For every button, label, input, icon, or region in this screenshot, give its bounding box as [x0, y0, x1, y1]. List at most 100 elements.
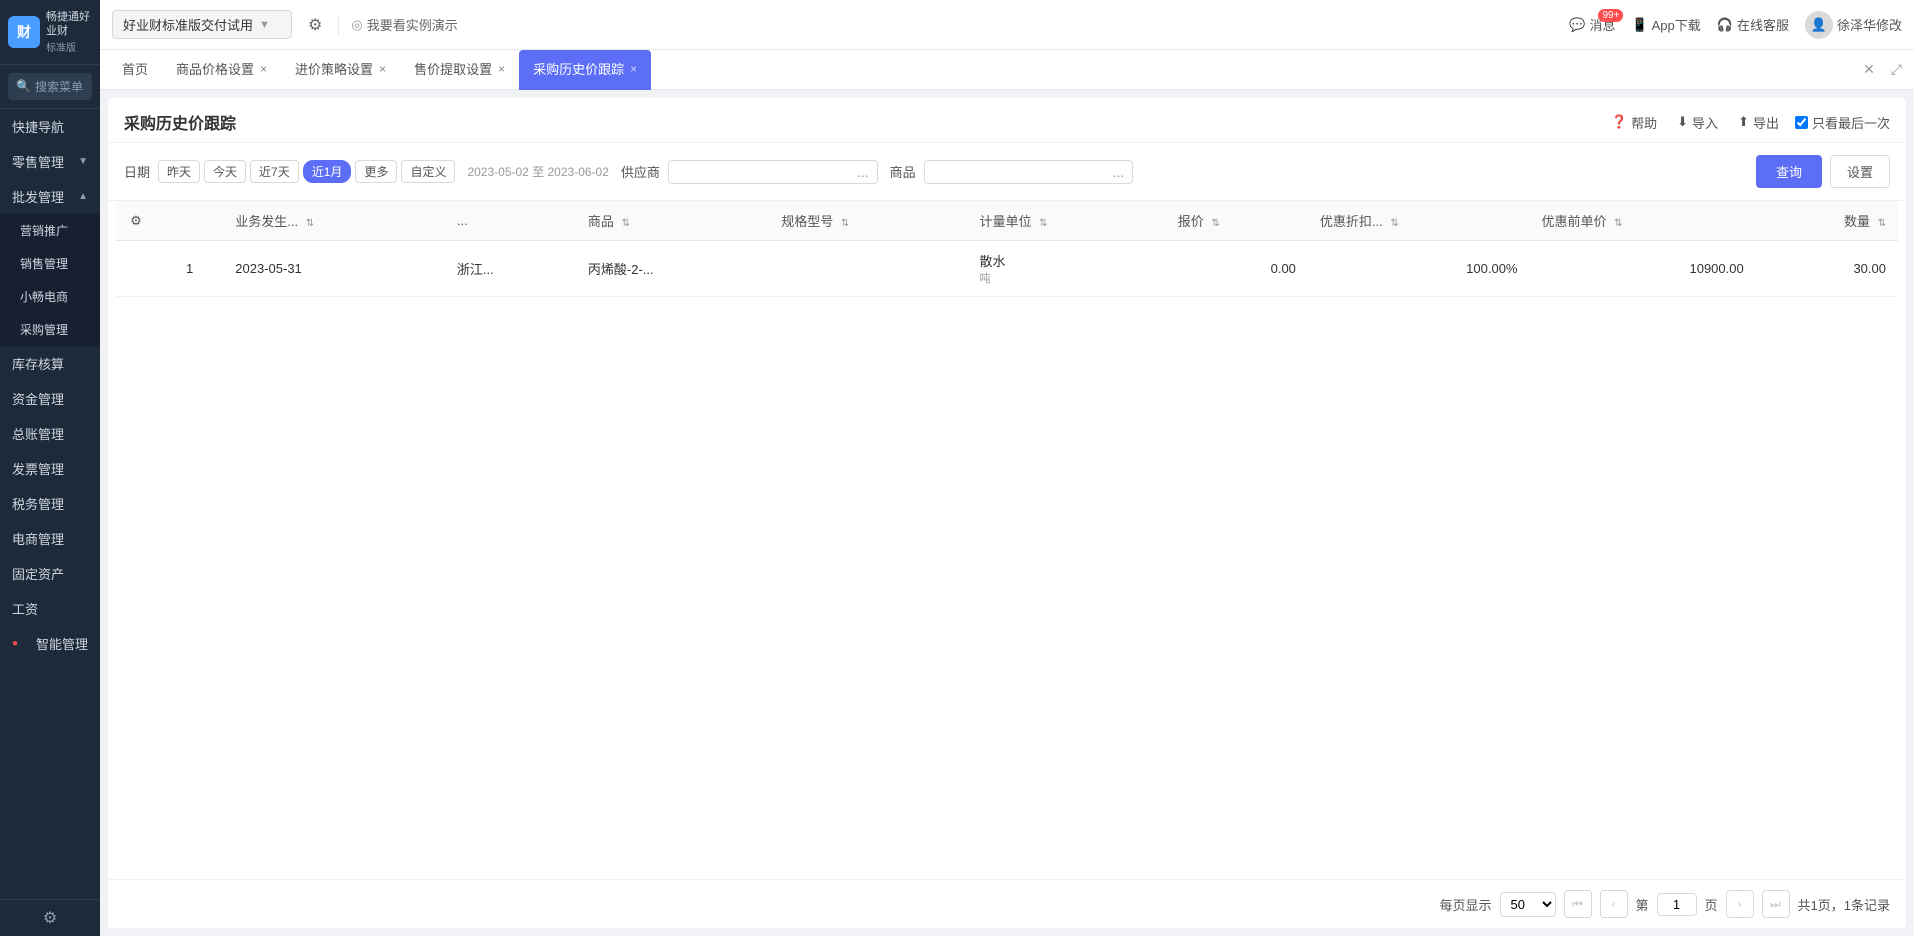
- filter-settings-button[interactable]: 设置: [1830, 155, 1890, 188]
- th-unit[interactable]: 计量单位 ⇅: [967, 201, 1165, 241]
- online-service-label: 在线客服: [1737, 15, 1789, 34]
- product-select[interactable]: 好业财标准版交付试用 ▼: [112, 10, 292, 39]
- tab-price-extract[interactable]: 售价提取设置 ×: [400, 50, 519, 90]
- sidebar-item-assets[interactable]: 固定资产: [0, 556, 100, 591]
- sidebar-item-retail[interactable]: 零售管理 ▼: [0, 144, 100, 179]
- date-today-button[interactable]: 今天: [204, 160, 246, 183]
- sidebar-item-tax[interactable]: 税务管理: [0, 486, 100, 521]
- td-pre-discount-price: 10900.00: [1529, 241, 1755, 297]
- th-date[interactable]: 业务发生... ⇅: [223, 201, 445, 241]
- sidebar-item-purchase[interactable]: 采购管理: [0, 313, 100, 346]
- date-yesterday-button[interactable]: 昨天: [158, 160, 200, 183]
- tabbar-close-button[interactable]: ✕: [1859, 59, 1879, 80]
- help-button[interactable]: ❓ 帮助: [1607, 111, 1661, 134]
- tab-purchase-strategy[interactable]: 进价策略设置 ×: [281, 50, 400, 90]
- export-icon: ⬆: [1738, 114, 1749, 130]
- sidebar-item-inventory[interactable]: 库存核算: [0, 346, 100, 381]
- quick-nav-label: 快捷导航: [12, 117, 64, 136]
- messages-button[interactable]: 💬 消息 99+: [1569, 15, 1615, 34]
- th-pre-discount-price[interactable]: 优惠前单价 ⇅: [1529, 201, 1755, 241]
- td-index: 1: [156, 241, 223, 297]
- tax-label: 税务管理: [12, 494, 64, 513]
- th-discount[interactable]: 优惠折扣... ⇅: [1308, 201, 1530, 241]
- topbar-divider: [338, 15, 339, 35]
- sidebar-item-ecommerce-small[interactable]: 小畅电商: [0, 280, 100, 313]
- app-download-button[interactable]: 📱 App下载: [1631, 15, 1700, 34]
- th-gear[interactable]: ⚙: [116, 201, 156, 241]
- date-custom-button[interactable]: 自定义: [401, 160, 455, 183]
- topbar-settings-icon[interactable]: ⚙: [304, 11, 326, 39]
- demo-button[interactable]: ◎ 我要看实例演示: [351, 15, 457, 34]
- per-page-label: 每页显示: [1439, 895, 1491, 914]
- search-icon: 🔍: [16, 79, 31, 93]
- wholesale-arrow-icon: ▲: [78, 191, 88, 202]
- sidebar-settings-icon[interactable]: ⚙: [43, 908, 57, 928]
- topbar: 好业财标准版交付试用 ▼ ⚙ ◎ 我要看实例演示 💬 消息 99+ 📱 App下…: [100, 0, 1914, 50]
- only-last-checkbox-label[interactable]: 只看最后一次: [1795, 113, 1890, 132]
- retail-label: 零售管理: [12, 152, 64, 171]
- pagination-last-button[interactable]: ⏭: [1762, 890, 1790, 918]
- tabbar: 首页 商品价格设置 × 进价策略设置 × 售价提取设置 × 采购历史价跟踪 × …: [100, 50, 1914, 90]
- supplier-filter-label: 供应商: [621, 162, 660, 181]
- per-page-select[interactable]: 10 20 50 100: [1500, 892, 1556, 917]
- query-button[interactable]: 查询: [1756, 155, 1822, 188]
- date-filter-buttons: 昨天 今天 近7天 近1月 更多 自定义: [158, 160, 455, 183]
- sidebar-item-marketing[interactable]: 营销推广: [0, 214, 100, 247]
- pagination-next-button[interactable]: ›: [1726, 890, 1754, 918]
- sidebar-item-finance[interactable]: 资金管理: [0, 381, 100, 416]
- app-download-label: App下载: [1652, 15, 1701, 34]
- pagination-page-input[interactable]: [1657, 893, 1697, 916]
- tab-price[interactable]: 商品价格设置 ×: [162, 50, 281, 90]
- td-product: 丙烯酸-2-...: [576, 241, 769, 297]
- export-button[interactable]: ⬆ 导出: [1734, 111, 1783, 134]
- retail-arrow-icon: ▼: [78, 156, 88, 167]
- smart-dot-icon: ●: [12, 638, 18, 649]
- sidebar: 财 畅捷通好业财 标准版 🔍 搜索菜单 快捷导航 零售管理 ▼ 批发管理 ▲ 营…: [0, 0, 100, 936]
- product-input[interactable]: [933, 164, 1109, 179]
- assets-label: 固定资产: [12, 564, 64, 583]
- tab-home[interactable]: 首页: [108, 50, 162, 90]
- pagination-prev-button[interactable]: ‹: [1600, 890, 1628, 918]
- sidebar-item-wholesale[interactable]: 批发管理 ▲: [0, 179, 100, 214]
- user-menu-button[interactable]: 👤 徐泽华修改: [1805, 11, 1902, 39]
- td-date: 2023-05-31: [223, 241, 445, 297]
- supplier-input-wrap: ...: [668, 160, 878, 184]
- th-dots[interactable]: ...: [445, 201, 576, 241]
- sidebar-item-ecommerce[interactable]: 电商管理: [0, 521, 100, 556]
- pagination: 每页显示 10 20 50 100 ⏮ ‹ 第 页 › ⏭ 共1页，1条记录: [108, 879, 1906, 928]
- import-button[interactable]: ⬇ 导入: [1673, 111, 1722, 134]
- pagination-first-button[interactable]: ⏮: [1564, 890, 1592, 918]
- th-price[interactable]: 报价 ⇅: [1166, 201, 1308, 241]
- supplier-input[interactable]: [677, 164, 853, 179]
- date-1month-button[interactable]: 近1月: [303, 160, 352, 183]
- app-logo-text: 畅捷通好业财: [46, 10, 92, 39]
- messages-badge: 99+: [1598, 9, 1623, 22]
- tab-purchase-strategy-close-icon[interactable]: ×: [379, 62, 386, 76]
- online-service-button[interactable]: 🎧 在线客服: [1717, 15, 1789, 34]
- tab-purchase-history[interactable]: 采购历史价跟踪 ×: [519, 50, 651, 90]
- sidebar-item-quick-nav[interactable]: 快捷导航: [0, 109, 100, 144]
- tab-price-extract-close-icon[interactable]: ×: [498, 62, 505, 76]
- sidebar-item-ledger[interactable]: 总账管理: [0, 416, 100, 451]
- sidebar-item-sales[interactable]: 销售管理: [0, 247, 100, 280]
- sidebar-item-salary[interactable]: 工资: [0, 591, 100, 626]
- purchase-label: 采购管理: [20, 321, 68, 338]
- ledger-label: 总账管理: [12, 424, 64, 443]
- tabbar-right: ✕ ⤢: [1859, 59, 1906, 80]
- salary-label: 工资: [12, 599, 38, 618]
- tab-purchase-history-close-icon[interactable]: ×: [630, 62, 637, 76]
- product-dots-icon[interactable]: ...: [1113, 164, 1125, 180]
- sidebar-item-invoice[interactable]: 发票管理: [0, 451, 100, 486]
- th-product[interactable]: 商品 ⇅: [576, 201, 769, 241]
- tab-price-close-icon[interactable]: ×: [260, 62, 267, 76]
- sales-label: 销售管理: [20, 255, 68, 272]
- th-spec[interactable]: 规格型号 ⇅: [769, 201, 967, 241]
- sidebar-item-smart[interactable]: ● 智能管理: [0, 626, 100, 661]
- supplier-dots-icon[interactable]: ...: [857, 164, 869, 180]
- only-last-checkbox[interactable]: [1795, 116, 1808, 129]
- date-more-button[interactable]: 更多: [355, 160, 397, 183]
- th-quantity[interactable]: 数量 ⇅: [1756, 201, 1898, 241]
- date-7days-button[interactable]: 近7天: [250, 160, 299, 183]
- search-menu-button[interactable]: 🔍 搜索菜单: [8, 73, 92, 100]
- tabbar-expand-icon[interactable]: ⤢: [1887, 59, 1906, 80]
